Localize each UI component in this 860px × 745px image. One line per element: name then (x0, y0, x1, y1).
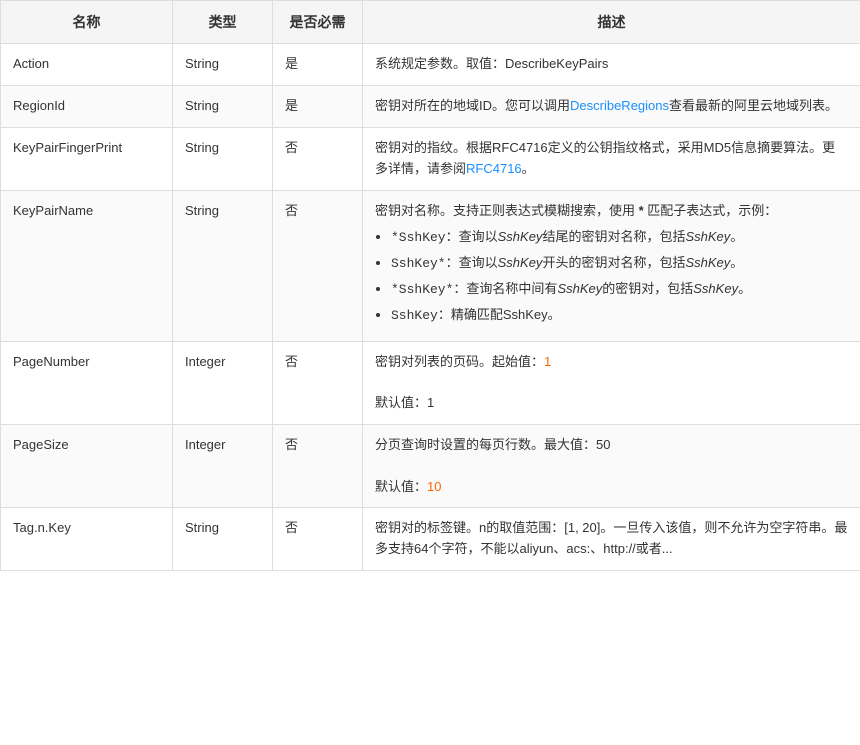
param-required: 是 (273, 86, 363, 128)
param-required: 是 (273, 44, 363, 86)
param-required: 否 (273, 127, 363, 190)
table-row: PageSizeInteger否分页查询时设置的每页行数。最大值：50默认值：1… (1, 424, 860, 507)
param-name: KeyPairName (1, 190, 173, 341)
table-row: KeyPairFingerPrintString否密钥对的指纹。根据RFC471… (1, 127, 860, 190)
param-desc: 密钥对所在的地域ID。您可以调用DescribeRegions查看最新的阿里云地… (363, 86, 860, 128)
table-row: ActionString是系统规定参数。取值：DescribeKeyPairs (1, 44, 860, 86)
param-desc: 密钥对名称。支持正则表达式模糊搜索，使用 * 匹配子表达式，示例：*SshKey… (363, 190, 860, 341)
param-name: Action (1, 44, 173, 86)
param-name: PageNumber (1, 341, 173, 424)
param-name: KeyPairFingerPrint (1, 127, 173, 190)
param-required: 否 (273, 508, 363, 571)
header-required: 是否必需 (273, 1, 363, 44)
param-type: Integer (173, 341, 273, 424)
param-desc: 密钥对的标签键。n的取值范围：[1, 20]。一旦传入该值，则不允许为空字符串。… (363, 508, 860, 571)
param-desc: 分页查询时设置的每页行数。最大值：50默认值：10 (363, 424, 860, 507)
table-row: KeyPairNameString否密钥对名称。支持正则表达式模糊搜索，使用 *… (1, 190, 860, 341)
param-name: Tag.n.Key (1, 508, 173, 571)
param-desc: 密钥对列表的页码。起始值：1默认值：1 (363, 341, 860, 424)
header-type: 类型 (173, 1, 273, 44)
api-params-table: 名称 类型 是否必需 描述 ActionString是系统规定参数。取值：Des… (0, 0, 860, 571)
param-desc: 密钥对的指纹。根据RFC4716定义的公钥指纹格式，采用MD5信息摘要算法。更多… (363, 127, 860, 190)
table-row: Tag.n.KeyString否密钥对的标签键。n的取值范围：[1, 20]。一… (1, 508, 860, 571)
param-name: PageSize (1, 424, 173, 507)
param-desc: 系统规定参数。取值：DescribeKeyPairs (363, 44, 860, 86)
param-type: String (173, 86, 273, 128)
param-type: String (173, 190, 273, 341)
param-required: 否 (273, 424, 363, 507)
param-type: String (173, 44, 273, 86)
param-type: String (173, 508, 273, 571)
param-required: 否 (273, 190, 363, 341)
header-desc: 描述 (363, 1, 860, 44)
param-required: 否 (273, 341, 363, 424)
param-name: RegionId (1, 86, 173, 128)
param-type: Integer (173, 424, 273, 507)
table-row: PageNumberInteger否密钥对列表的页码。起始值：1默认值：1 (1, 341, 860, 424)
param-type: String (173, 127, 273, 190)
table-row: RegionIdString是密钥对所在的地域ID。您可以调用DescribeR… (1, 86, 860, 128)
header-name: 名称 (1, 1, 173, 44)
